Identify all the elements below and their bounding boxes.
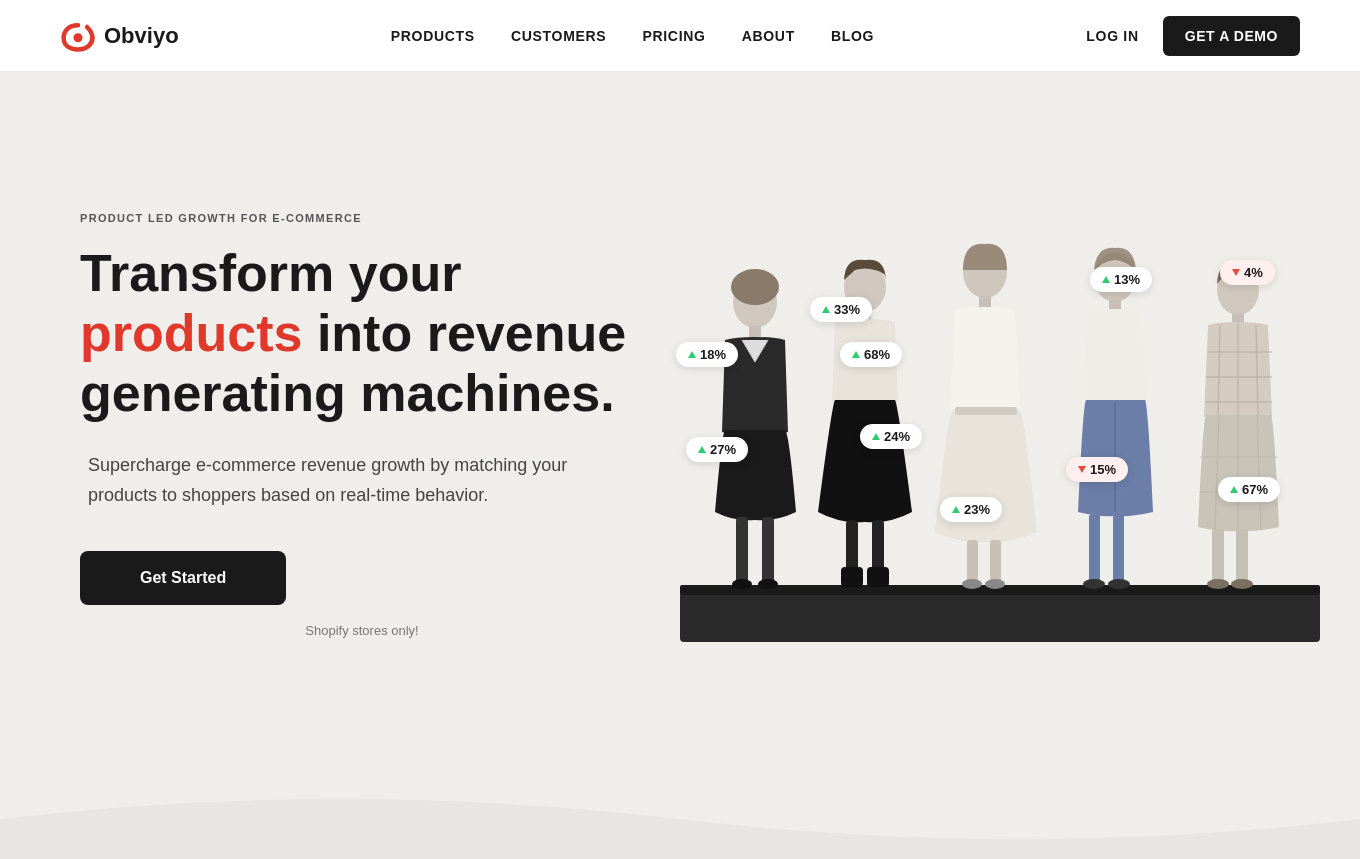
- arrow-up-icon-5: [698, 446, 706, 453]
- badge-67: 67%: [1218, 477, 1280, 502]
- mannequin-scene: 18% 33% 68% 13% 4%: [660, 132, 1360, 652]
- arrow-up-icon-8: [1230, 486, 1238, 493]
- hero-content: PRODUCT LED GROWTH FOR E-COMMERCE Transf…: [80, 152, 640, 638]
- get-demo-button[interactable]: GET A DEMO: [1163, 16, 1300, 56]
- svg-point-9: [731, 269, 779, 305]
- badge-value-27: 27%: [710, 442, 736, 457]
- svg-rect-26: [1089, 514, 1100, 584]
- navbar: Obviyo PRODUCTS CUSTOMERS PRICING ABOUT …: [0, 0, 1360, 72]
- svg-rect-5: [736, 517, 748, 585]
- badge-33: 33%: [810, 297, 872, 322]
- badge-4: 4%: [1220, 260, 1275, 285]
- badge-13: 13%: [1090, 267, 1152, 292]
- badge-value-33: 33%: [834, 302, 860, 317]
- svg-point-28: [1083, 579, 1105, 589]
- hero-eyebrow: PRODUCT LED GROWTH FOR E-COMMERCE: [80, 212, 640, 224]
- nav-about[interactable]: ABOUT: [742, 28, 795, 44]
- nav-blog[interactable]: BLOG: [831, 28, 874, 44]
- shopify-note: Shopify stores only!: [84, 623, 640, 638]
- logo[interactable]: Obviyo: [60, 18, 179, 54]
- svg-point-21: [962, 579, 982, 589]
- hero-title: Transform your products into revenue gen…: [80, 244, 640, 423]
- nav-links: PRODUCTS CUSTOMERS PRICING ABOUT BLOG: [391, 28, 874, 44]
- svg-rect-20: [990, 540, 1001, 584]
- svg-rect-15: [867, 567, 889, 587]
- hero-title-line3: generating machines.: [80, 364, 615, 422]
- arrow-down-icon-2: [1078, 466, 1086, 473]
- arrow-up-icon-2: [822, 306, 830, 313]
- badge-value-18: 18%: [700, 347, 726, 362]
- logo-text: Obviyo: [104, 23, 179, 49]
- nav-pricing[interactable]: PRICING: [642, 28, 705, 44]
- arrow-up-icon-6: [872, 433, 880, 440]
- svg-point-46: [1231, 579, 1253, 589]
- arrow-up-icon-4: [1102, 276, 1110, 283]
- badge-value-13: 13%: [1114, 272, 1140, 287]
- badge-value-15: 15%: [1090, 462, 1116, 477]
- svg-rect-1: [680, 592, 1320, 642]
- badge-value-68: 68%: [864, 347, 890, 362]
- svg-point-29: [1108, 579, 1130, 589]
- svg-rect-19: [967, 540, 978, 584]
- hero-title-accent: products: [80, 304, 302, 362]
- hero-section: PRODUCT LED GROWTH FOR E-COMMERCE Transf…: [0, 72, 1360, 859]
- hero-title-line1: Transform your: [80, 244, 461, 302]
- badge-value-24: 24%: [884, 429, 910, 444]
- nav-products[interactable]: PRODUCTS: [391, 28, 475, 44]
- badge-23: 23%: [940, 497, 1002, 522]
- badge-27: 27%: [686, 437, 748, 462]
- svg-rect-44: [1236, 529, 1248, 584]
- fashion-illustration: [660, 132, 1340, 652]
- logo-icon: [60, 18, 96, 54]
- badge-value-23: 23%: [964, 502, 990, 517]
- svg-rect-6: [762, 517, 774, 585]
- svg-rect-27: [1113, 514, 1124, 584]
- arrow-up-icon-7: [952, 506, 960, 513]
- badge-value-67: 67%: [1242, 482, 1268, 497]
- nav-right: LOG IN GET A DEMO: [1086, 16, 1300, 56]
- svg-point-45: [1207, 579, 1229, 589]
- badge-24: 24%: [860, 424, 922, 449]
- arrow-up-icon-3: [852, 351, 860, 358]
- wave-svg: [0, 779, 1360, 859]
- nav-customers[interactable]: CUSTOMERS: [511, 28, 607, 44]
- hero-title-line2: into revenue: [317, 304, 626, 362]
- svg-point-22: [985, 579, 1005, 589]
- badge-18: 18%: [676, 342, 738, 367]
- svg-point-7: [732, 579, 752, 589]
- badge-value-4: 4%: [1244, 265, 1263, 280]
- arrow-up-icon: [688, 351, 696, 358]
- hero-cta-area: Get Started Shopify stores only!: [80, 551, 640, 638]
- hero-wave: [0, 779, 1360, 859]
- svg-point-0: [74, 33, 83, 42]
- hero-image: 18% 33% 68% 13% 4%: [660, 132, 1360, 692]
- svg-point-8: [758, 579, 778, 589]
- get-started-button[interactable]: Get Started: [80, 551, 286, 605]
- svg-rect-43: [1212, 529, 1224, 584]
- svg-rect-14: [841, 567, 863, 587]
- badge-68: 68%: [840, 342, 902, 367]
- svg-rect-18: [955, 407, 1017, 415]
- arrow-down-icon: [1232, 269, 1240, 276]
- badge-15: 15%: [1066, 457, 1128, 482]
- login-link[interactable]: LOG IN: [1086, 28, 1138, 44]
- hero-description: Supercharge e-commerce revenue growth by…: [88, 451, 568, 510]
